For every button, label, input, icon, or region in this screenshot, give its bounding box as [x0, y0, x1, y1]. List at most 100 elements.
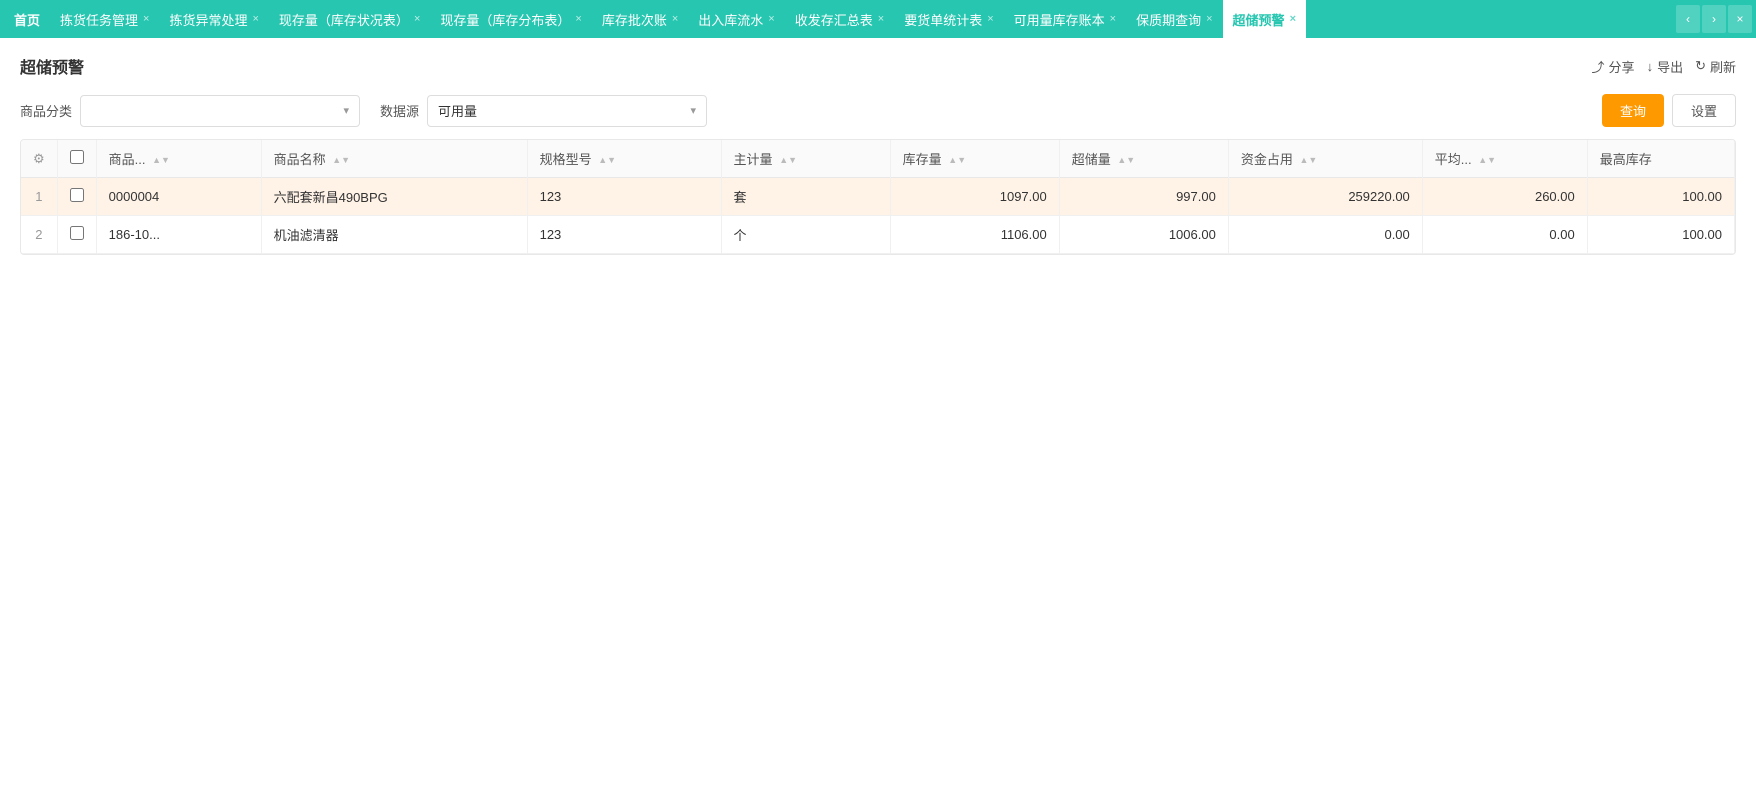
sort-capital-icon: ▲▼	[1299, 156, 1317, 165]
nav-item-expiry[interactable]: 保质期查询 ×	[1126, 0, 1222, 38]
sort-avg-icon: ▲▼	[1478, 156, 1496, 165]
row-max: 100.00	[1587, 178, 1734, 216]
nav-arrow-right[interactable]: ›	[1702, 5, 1726, 33]
close-order-stat[interactable]: ×	[987, 13, 993, 25]
row-over: 1006.00	[1059, 216, 1228, 254]
nav-item-pick-task[interactable]: 拣货任务管理 ×	[50, 0, 159, 38]
page-header: 超储预警 ⤴ 分享 ↓ 导出 ↻ 刷新	[20, 54, 1736, 78]
row-spec: 123	[527, 216, 721, 254]
datasource-select[interactable]: 可用量 ▾	[427, 95, 707, 127]
category-select[interactable]: ▾	[80, 95, 360, 127]
page-title: 超储预警	[20, 54, 84, 78]
close-expiry[interactable]: ×	[1206, 13, 1212, 25]
export-icon: ↓	[1647, 59, 1654, 74]
page-content: 超储预警 ⤴ 分享 ↓ 导出 ↻ 刷新 商品分类 ▾ 数据源	[0, 38, 1756, 800]
datasource-dropdown-icon: ▾	[691, 104, 697, 117]
close-stock-dist[interactable]: ×	[575, 13, 581, 25]
refresh-action[interactable]: ↻ 刷新	[1695, 57, 1736, 76]
row-avg: 0.00	[1422, 216, 1587, 254]
data-table-wrapper: ⚙ 商品... ▲▼ 商品名称 ▲▼ 规格型号 ▲▼	[20, 139, 1736, 255]
nav-item-overstock[interactable]: 超储预警 ×	[1223, 0, 1306, 38]
close-batch-account[interactable]: ×	[672, 13, 678, 25]
row-unit: 个	[721, 216, 890, 254]
row-checkbox-cell[interactable]	[57, 216, 96, 254]
nav-bar: 首页 拣货任务管理 × 拣货异常处理 × 现存量（库存状况表） × 现存量（库存…	[0, 0, 1756, 38]
th-max[interactable]: 最高库存	[1587, 140, 1734, 178]
th-unit[interactable]: 主计量 ▲▼	[721, 140, 890, 178]
row-stock: 1097.00	[890, 178, 1059, 216]
data-table: ⚙ 商品... ▲▼ 商品名称 ▲▼ 规格型号 ▲▼	[21, 140, 1735, 254]
sort-code-icon: ▲▼	[152, 156, 170, 165]
sort-unit-icon: ▲▼	[779, 156, 797, 165]
filter-bar: 商品分类 ▾ 数据源 可用量 ▾ 查询 设置	[20, 94, 1736, 127]
nav-arrow-close[interactable]: ×	[1728, 5, 1752, 33]
table-row: 2 186-10... 机油滤清器 123 个 1106.00 1006.00 …	[21, 216, 1735, 254]
row-unit: 套	[721, 178, 890, 216]
filter-buttons: 查询 设置	[1602, 94, 1736, 127]
row-num: 1	[21, 178, 57, 216]
sort-over-icon: ▲▼	[1117, 156, 1135, 165]
nav-item-inout-flow[interactable]: 出入库流水 ×	[688, 0, 784, 38]
row-avg: 260.00	[1422, 178, 1587, 216]
nav-item-stock-dist[interactable]: 现存量（库存分布表） ×	[430, 0, 591, 38]
row-checkbox[interactable]	[70, 188, 84, 202]
select-all-checkbox[interactable]	[70, 150, 84, 164]
th-name[interactable]: 商品名称 ▲▼	[261, 140, 527, 178]
nav-item-home[interactable]: 首页	[4, 0, 50, 38]
category-label: 商品分类	[20, 101, 72, 120]
th-avg[interactable]: 平均... ▲▼	[1422, 140, 1587, 178]
nav-arrow-left[interactable]: ‹	[1676, 5, 1700, 33]
row-code: 186-10...	[96, 216, 261, 254]
close-inout-flow[interactable]: ×	[768, 13, 774, 25]
datasource-filter: 数据源 可用量 ▾	[380, 95, 707, 127]
row-capital: 0.00	[1228, 216, 1422, 254]
row-code: 0000004	[96, 178, 261, 216]
gear-icon: ⚙	[33, 151, 45, 166]
close-overstock[interactable]: ×	[1290, 13, 1296, 25]
row-num: 2	[21, 216, 57, 254]
close-pick-exception[interactable]: ×	[252, 13, 258, 25]
row-spec: 123	[527, 178, 721, 216]
row-checkbox[interactable]	[70, 226, 84, 240]
category-filter: 商品分类 ▾	[20, 95, 360, 127]
th-spec[interactable]: 规格型号 ▲▼	[527, 140, 721, 178]
nav-item-summary[interactable]: 收发存汇总表 ×	[785, 0, 894, 38]
sort-name-icon: ▲▼	[332, 156, 350, 165]
nav-item-available-stock[interactable]: 可用量库存账本 ×	[1004, 0, 1126, 38]
nav-item-pick-exception[interactable]: 拣货异常处理 ×	[159, 0, 268, 38]
datasource-select-value: 可用量	[438, 101, 477, 120]
nav-item-order-stat[interactable]: 要货单统计表 ×	[894, 0, 1003, 38]
row-max: 100.00	[1587, 216, 1734, 254]
th-gear[interactable]: ⚙	[21, 140, 57, 178]
close-stock-status[interactable]: ×	[414, 13, 420, 25]
th-checkbox[interactable]	[57, 140, 96, 178]
category-dropdown-icon: ▾	[343, 104, 349, 117]
th-capital[interactable]: 资金占用 ▲▼	[1228, 140, 1422, 178]
row-stock: 1106.00	[890, 216, 1059, 254]
sort-spec-icon: ▲▼	[598, 156, 616, 165]
refresh-icon: ↻	[1695, 58, 1706, 74]
header-actions: ⤴ 分享 ↓ 导出 ↻ 刷新	[1592, 57, 1736, 76]
share-icon: ⤴	[1592, 57, 1605, 76]
row-checkbox-cell[interactable]	[57, 178, 96, 216]
th-stock[interactable]: 库存量 ▲▼	[890, 140, 1059, 178]
th-over[interactable]: 超储量 ▲▼	[1059, 140, 1228, 178]
nav-item-batch-account[interactable]: 库存批次账 ×	[592, 0, 688, 38]
close-pick-task[interactable]: ×	[143, 13, 149, 25]
datasource-label: 数据源	[380, 101, 419, 120]
table-header-row: ⚙ 商品... ▲▼ 商品名称 ▲▼ 规格型号 ▲▼	[21, 140, 1735, 178]
settings-button[interactable]: 设置	[1672, 94, 1736, 127]
th-code[interactable]: 商品... ▲▼	[96, 140, 261, 178]
table-row: 1 0000004 六配套新昌490BPG 123 套 1097.00 997.…	[21, 178, 1735, 216]
export-action[interactable]: ↓ 导出	[1647, 57, 1684, 76]
close-summary[interactable]: ×	[878, 13, 884, 25]
query-button[interactable]: 查询	[1602, 94, 1664, 127]
row-name: 机油滤清器	[261, 216, 527, 254]
sort-stock-icon: ▲▼	[948, 156, 966, 165]
share-action[interactable]: ⤴ 分享	[1592, 57, 1635, 76]
row-over: 997.00	[1059, 178, 1228, 216]
nav-arrows: ‹ › ×	[1676, 5, 1752, 33]
close-available-stock[interactable]: ×	[1110, 13, 1116, 25]
table-body: 1 0000004 六配套新昌490BPG 123 套 1097.00 997.…	[21, 178, 1735, 254]
nav-item-stock-status[interactable]: 现存量（库存状况表） ×	[269, 0, 430, 38]
